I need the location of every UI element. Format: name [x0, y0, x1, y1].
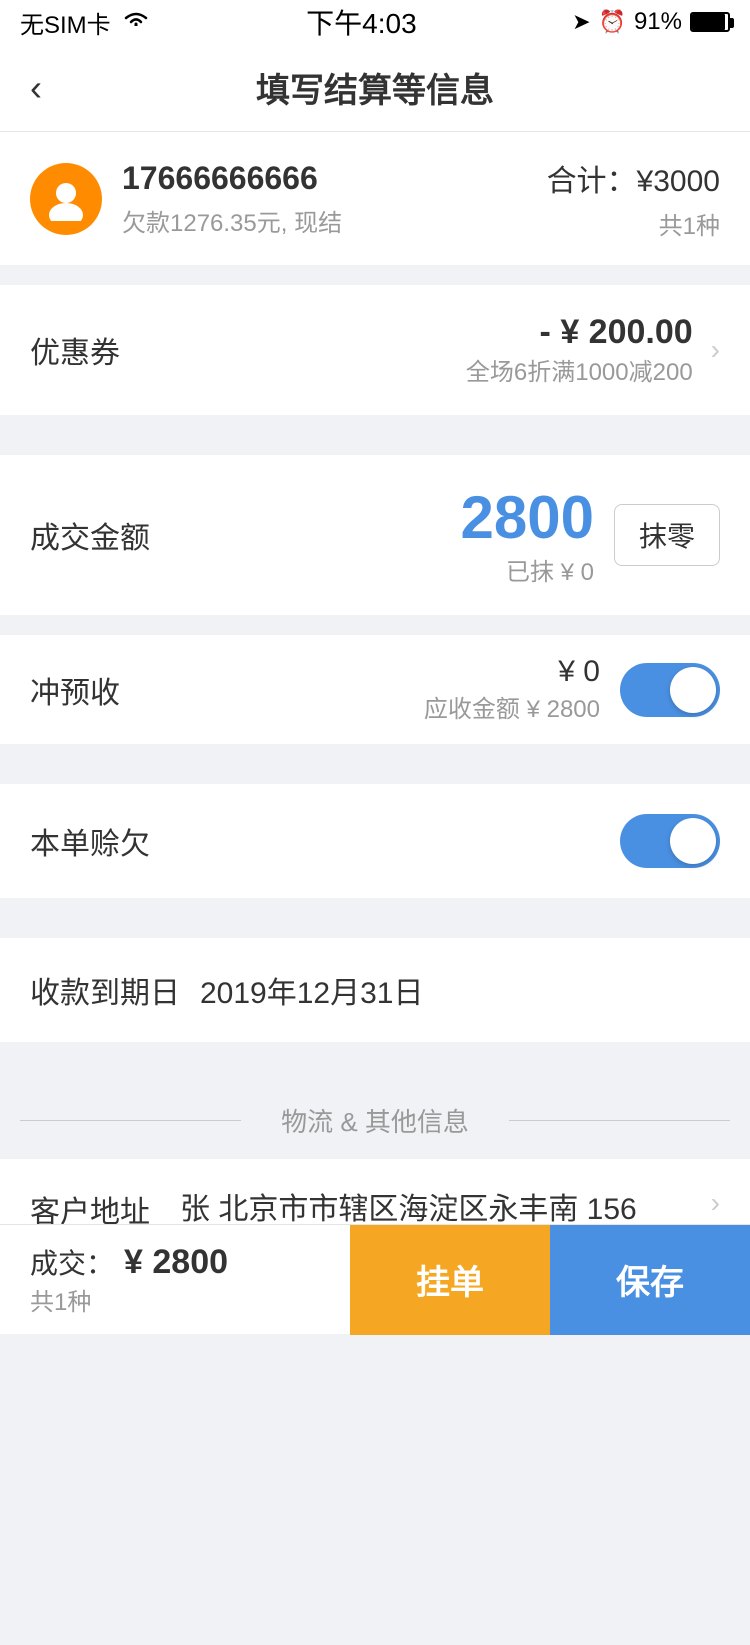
bottom-summary: 成交： ¥ 2800 共1种 [0, 1242, 350, 1317]
save-button[interactable]: 保存 [550, 1225, 750, 1335]
prepay-label: 冲预收 [30, 668, 120, 712]
logistics-line-left [20, 1120, 241, 1121]
customer-info: 17666666666 欠款1276.35元, 现结 [122, 160, 342, 238]
alarm-icon: ⏰ [599, 9, 626, 35]
customer-row: 17666666666 欠款1276.35元, 现结 合计：¥3000 共1种 [0, 132, 750, 265]
bottom-amount: ¥ 2800 [124, 1243, 228, 1282]
debt-row: 本单赊欠 [0, 784, 750, 898]
divider-3 [0, 918, 750, 938]
battery-icon [690, 12, 730, 32]
coupon-row[interactable]: 优惠券 - ¥ 200.00 全场6折满1000减200 › [0, 285, 750, 415]
coupon-right: - ¥ 200.00 全场6折满1000减200 › [466, 313, 720, 387]
customer-phone: 17666666666 [122, 160, 342, 197]
hang-button[interactable]: 挂单 [350, 1225, 550, 1335]
due-label: 收款到期日 [30, 968, 180, 1012]
page-title: 填写结算等信息 [256, 63, 494, 112]
deal-amount: 2800 [461, 483, 594, 552]
deal-amount-sub: 已抹 ¥ 0 [461, 552, 594, 587]
amount-right: 2800 已抹 ¥ 0 抹零 [461, 483, 721, 587]
debt-section: 本单赊欠 [0, 784, 750, 898]
sim-label: 无SIM卡 [20, 5, 111, 40]
main-content: 17666666666 欠款1276.35元, 现结 合计：¥3000 共1种 … [0, 132, 750, 1645]
status-right: ➤ ⏰ 91% [572, 8, 730, 36]
bottom-space [0, 1325, 750, 1525]
bottom-prefix: 成交： [30, 1242, 114, 1282]
prepay-sub: 应收金额 ¥ 2800 [424, 689, 600, 724]
nav-bar: ‹ 填写结算等信息 [0, 44, 750, 132]
deal-amount-row: 成交金额 2800 已抹 ¥ 0 抹零 [0, 455, 750, 615]
divider-4 [0, 1062, 750, 1082]
prepay-right: ¥ 0 应收金额 ¥ 2800 [424, 655, 720, 724]
battery-percent: 91% [634, 8, 682, 36]
debt-label: 本单赊欠 [30, 819, 150, 863]
prepay-amount-wrap: ¥ 0 应收金额 ¥ 2800 [424, 655, 600, 724]
prepay-section: 冲预收 ¥ 0 应收金额 ¥ 2800 [0, 635, 750, 744]
bottom-amount-wrap: 成交： ¥ 2800 [30, 1242, 320, 1282]
bottom-bar: 成交： ¥ 2800 共1种 挂单 保存 [0, 1224, 750, 1334]
divider-1 [0, 435, 750, 455]
bottom-count: 共1种 [30, 1282, 320, 1317]
status-time: 下午4:03 [306, 2, 417, 42]
coupon-label: 优惠券 [30, 328, 120, 372]
address-chevron-icon: › [711, 1187, 720, 1219]
logistics-line-right [509, 1120, 730, 1121]
wifi-icon [121, 8, 151, 37]
coupon-desc-wrap: - ¥ 200.00 全场6折满1000减200 [466, 313, 693, 387]
deal-label: 成交金额 [30, 513, 150, 557]
status-left: 无SIM卡 [20, 5, 151, 40]
avatar [30, 163, 102, 235]
due-date-row: 收款到期日 2019年12月31日 [0, 938, 750, 1042]
prepay-amount: ¥ 0 [424, 655, 600, 689]
chevron-right-icon: › [711, 334, 720, 366]
customer-left: 17666666666 欠款1276.35元, 现结 [30, 160, 342, 238]
customer-right: 合计：¥3000 共1种 [547, 156, 720, 241]
round-button[interactable]: 抹零 [614, 504, 720, 566]
coupon-desc: 全场6折满1000减200 [466, 352, 693, 387]
due-date-section: 收款到期日 2019年12月31日 [0, 938, 750, 1042]
toggle-knob [670, 667, 716, 713]
status-bar: 无SIM卡 下午4:03 ➤ ⏰ 91% [0, 0, 750, 44]
customer-debt: 欠款1276.35元, 现结 [122, 203, 342, 238]
coupon-discount: - ¥ 200.00 [466, 313, 693, 352]
total-amount: 合计：¥3000 [547, 156, 720, 200]
due-value: 2019年12月31日 [200, 968, 423, 1012]
location-icon: ➤ [572, 9, 590, 35]
deal-amount-wrap: 2800 已抹 ¥ 0 [461, 483, 594, 587]
total-count: 共1种 [547, 206, 720, 241]
back-button[interactable]: ‹ [30, 67, 42, 109]
debt-toggle[interactable] [620, 814, 720, 868]
deal-section: 成交金额 2800 已抹 ¥ 0 抹零 [0, 455, 750, 615]
debt-toggle-knob [670, 818, 716, 864]
prepay-toggle[interactable] [620, 663, 720, 717]
prepay-row: 冲预收 ¥ 0 应收金额 ¥ 2800 [0, 635, 750, 744]
divider-2 [0, 764, 750, 784]
logistics-label: 物流 & 其他信息 [281, 1102, 469, 1139]
logistics-divider: 物流 & 其他信息 [0, 1082, 750, 1159]
